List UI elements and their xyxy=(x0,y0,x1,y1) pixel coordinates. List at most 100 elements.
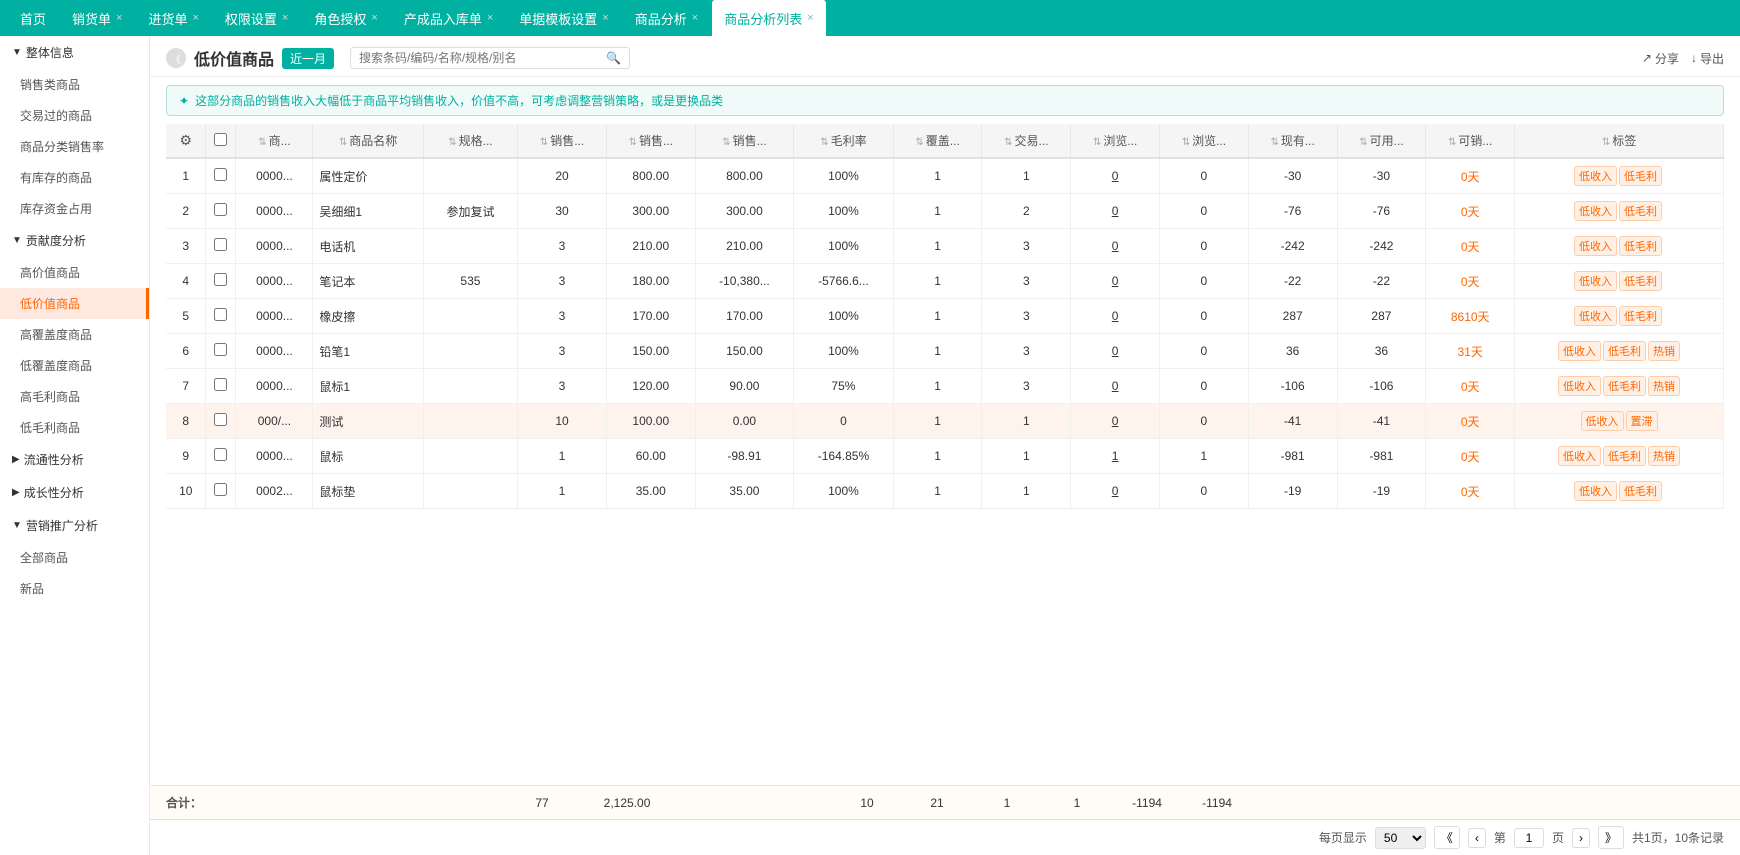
sidebar-item-new-products[interactable]: 新品 xyxy=(0,573,149,604)
last-page-button[interactable]: 》 xyxy=(1598,826,1624,849)
close-icon[interactable]: × xyxy=(192,12,198,24)
total-browse1: 1 xyxy=(972,796,1042,810)
sidebar-item-high-value[interactable]: 高价值商品 xyxy=(0,257,149,288)
trade-col-header[interactable]: 交易... xyxy=(982,124,1071,158)
gear-col-header[interactable]: ⚙ xyxy=(166,124,206,158)
sidebar-item-high-profit[interactable]: 高毛利商品 xyxy=(0,381,149,412)
sidebar-item-high-coverage[interactable]: 高覆盖度商品 xyxy=(0,319,149,350)
page-number-input[interactable] xyxy=(1514,828,1544,848)
share-button[interactable]: ↗ 分享 xyxy=(1642,50,1679,67)
search-box: 🔍 xyxy=(350,47,630,69)
row-browse1: 0 xyxy=(1071,299,1160,334)
sidebar-item-stock-products[interactable]: 有库存的商品 xyxy=(0,162,149,193)
code-col-header[interactable]: 商... xyxy=(236,124,313,158)
sidebar-item-low-profit[interactable]: 低毛利商品 xyxy=(0,412,149,443)
name-col-header[interactable]: 商品名称 xyxy=(313,124,423,158)
data-table: ⚙ 商... 商品名称 规格... 销售... 销售... 销售... 毛利率 … xyxy=(166,124,1724,509)
row-spec xyxy=(423,229,517,264)
tag-badge: 低毛利 xyxy=(1603,376,1646,396)
row-checkbox[interactable] xyxy=(206,439,236,474)
first-page-button[interactable]: 《 xyxy=(1434,826,1460,849)
margin-col-header[interactable]: 毛利率 xyxy=(794,124,894,158)
sidebar-item-category-rate[interactable]: 商品分类销售率 xyxy=(0,131,149,162)
tags-col-header[interactable]: 标签 xyxy=(1515,124,1724,158)
tag-badge: 低毛利 xyxy=(1619,166,1662,186)
row-margin: 100% xyxy=(794,334,894,369)
row-coverage: 1 xyxy=(893,474,982,509)
close-icon[interactable]: × xyxy=(371,12,377,24)
nav-template[interactable]: 单据模板设置 × xyxy=(507,0,620,36)
close-icon[interactable]: × xyxy=(116,12,122,24)
nav-sales[interactable]: 销货单 × xyxy=(60,0,134,36)
select-all-checkbox[interactable] xyxy=(214,133,227,146)
row-browse1: 0 xyxy=(1071,474,1160,509)
next-page-button[interactable]: › xyxy=(1572,828,1590,848)
close-icon[interactable]: × xyxy=(807,12,813,24)
per-page-select[interactable]: 50 100 200 xyxy=(1375,827,1426,849)
sale-qty-col-header[interactable]: 销售... xyxy=(518,124,607,158)
nav-product-analysis[interactable]: 商品分析 × xyxy=(623,0,710,36)
sidebar-group-growth[interactable]: ▶ 成长性分析 xyxy=(0,476,149,509)
row-checkbox[interactable] xyxy=(206,474,236,509)
row-sale-amount: 60.00 xyxy=(606,439,695,474)
nav-home[interactable]: 首页 xyxy=(8,0,58,36)
close-icon[interactable]: × xyxy=(692,12,698,24)
row-checkbox[interactable] xyxy=(206,229,236,264)
sellable-col-header[interactable]: 可销... xyxy=(1426,124,1515,158)
table-row: 2 0000... 吴细细1 参加复试 30 300.00 300.00 100… xyxy=(166,194,1724,229)
row-checkbox[interactable] xyxy=(206,194,236,229)
nav-products[interactable]: 产成品入库单 × xyxy=(392,0,505,36)
nav-purchase[interactable]: 进货单 × xyxy=(136,0,210,36)
export-button[interactable]: ↓ 导出 xyxy=(1691,50,1724,67)
collapse-sidebar-btn[interactable]: 《 xyxy=(166,48,186,68)
search-input[interactable] xyxy=(359,51,606,65)
sidebar-group-overall[interactable]: ▼ 整体信息 xyxy=(0,36,149,69)
row-tags: 低收入低毛利热销 xyxy=(1515,334,1724,369)
sidebar-group-marketing[interactable]: ▼ 营销推广分析 xyxy=(0,509,149,542)
row-name: 鼠标1 xyxy=(313,369,423,404)
search-icon[interactable]: 🔍 xyxy=(606,51,621,65)
row-checkbox[interactable] xyxy=(206,299,236,334)
sidebar-item-low-coverage[interactable]: 低覆盖度商品 xyxy=(0,350,149,381)
spec-col-header[interactable]: 规格... xyxy=(423,124,517,158)
close-icon[interactable]: × xyxy=(602,12,608,24)
row-sale-qty: 20 xyxy=(518,158,607,194)
row-sellable: 0天 xyxy=(1426,474,1515,509)
row-coverage: 1 xyxy=(893,158,982,194)
row-browse1: 0 xyxy=(1071,158,1160,194)
sidebar-item-stock-capital[interactable]: 库存资金占用 xyxy=(0,193,149,224)
nav-product-analysis-list[interactable]: 商品分析列表 × xyxy=(712,0,825,36)
row-trade: 2 xyxy=(982,194,1071,229)
sale-profit-col-header[interactable]: 销售... xyxy=(695,124,794,158)
period-button[interactable]: 近一月 xyxy=(282,48,334,69)
available-col-header[interactable]: 可用... xyxy=(1337,124,1426,158)
prev-page-button[interactable]: ‹ xyxy=(1468,828,1486,848)
sidebar-group-contribution[interactable]: ▼ 贡献度分析 xyxy=(0,224,149,257)
checkbox-col-header[interactable] xyxy=(206,124,236,158)
coverage-col-header[interactable]: 覆盖... xyxy=(893,124,982,158)
row-sellable: 0天 xyxy=(1426,229,1515,264)
row-sale-profit: -10,380... xyxy=(695,264,794,299)
sale-amount-col-header[interactable]: 销售... xyxy=(606,124,695,158)
row-checkbox[interactable] xyxy=(206,158,236,194)
sidebar-item-sales-products[interactable]: 销售类商品 xyxy=(0,69,149,100)
settings-icon[interactable]: ⚙ xyxy=(179,132,192,148)
sidebar-group-liquidity[interactable]: ▶ 流通性分析 xyxy=(0,443,149,476)
row-checkbox[interactable] xyxy=(206,369,236,404)
browse1-col-header[interactable]: 浏览... xyxy=(1071,124,1160,158)
sidebar-item-low-value[interactable]: 低价值商品 xyxy=(0,288,149,319)
sidebar-item-all-products[interactable]: 全部商品 xyxy=(0,542,149,573)
sidebar-item-traded-products[interactable]: 交易过的商品 xyxy=(0,100,149,131)
nav-permissions[interactable]: 权限设置 × xyxy=(213,0,300,36)
row-checkbox[interactable] xyxy=(206,264,236,299)
nav-roles[interactable]: 角色授权 × xyxy=(302,0,389,36)
row-checkbox[interactable] xyxy=(206,404,236,439)
close-icon[interactable]: × xyxy=(487,12,493,24)
current-col-header[interactable]: 现有... xyxy=(1248,124,1337,158)
browse2-col-header[interactable]: 浏览... xyxy=(1160,124,1249,158)
close-icon[interactable]: × xyxy=(282,12,288,24)
tag-badge: 低收入 xyxy=(1558,446,1601,466)
row-checkbox[interactable] xyxy=(206,334,236,369)
row-num: 5 xyxy=(166,299,206,334)
row-sale-amount: 800.00 xyxy=(606,158,695,194)
